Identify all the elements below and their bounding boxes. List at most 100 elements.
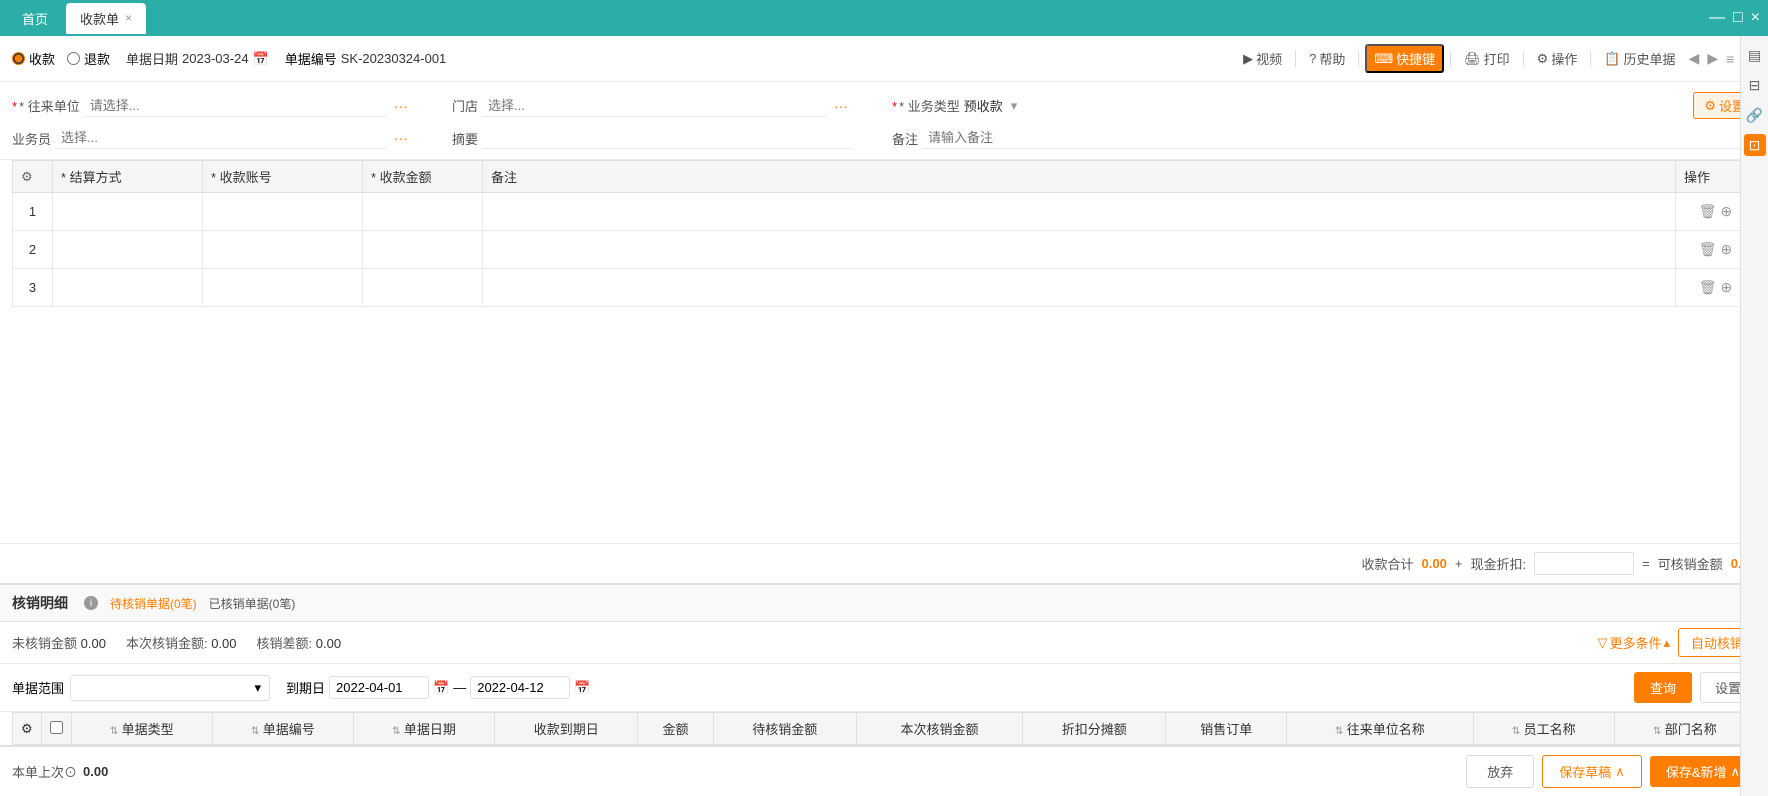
action-icons-2: 🗑 ⊕: [1684, 241, 1747, 258]
calendar-from-icon[interactable]: 📅: [433, 680, 449, 696]
maximize-btn[interactable]: □: [1733, 9, 1743, 27]
summary-field: 摘要: [452, 127, 852, 149]
copy-icon-3[interactable]: ⊕: [1721, 279, 1733, 296]
gear-icon-bottom[interactable]: ⚙: [21, 721, 33, 736]
minimize-btn[interactable]: —: [1709, 9, 1725, 27]
select-all-checkbox[interactable]: [50, 721, 63, 734]
summary-input[interactable]: [482, 127, 852, 149]
row-settle-1[interactable]: [53, 193, 203, 231]
toolbar-right: ▶ 视频 ? 帮助 ⌨ 快捷键 🖨 打印 ⚙ 操作: [1236, 44, 1756, 73]
row-remark-2[interactable]: [483, 231, 1676, 269]
row-amount-3[interactable]: [363, 269, 483, 307]
store-more-btn[interactable]: ···: [830, 98, 852, 114]
date-to-input[interactable]: [470, 676, 570, 699]
row-settle-3[interactable]: [53, 269, 203, 307]
remark-label: 备注: [892, 129, 918, 148]
delete-icon-3[interactable]: 🗑: [1699, 279, 1717, 296]
calendar-to-icon[interactable]: 📅: [574, 680, 590, 696]
more-conditions-btn[interactable]: ▽ 更多条件: [1597, 633, 1670, 652]
tab-home[interactable]: 首页: [8, 3, 62, 34]
remark-input[interactable]: [922, 127, 1756, 149]
action-icon: ⚙: [1537, 51, 1549, 67]
refund-radio[interactable]: 退款: [67, 49, 110, 68]
row-remark-3[interactable]: [483, 269, 1676, 307]
th-counterpart-name: ⇅ 往来单位名称: [1287, 713, 1474, 745]
scope-select[interactable]: ▾: [70, 675, 270, 701]
done-tab[interactable]: 已核销单据(0笔): [209, 595, 296, 612]
th-gear-bottom[interactable]: ⚙: [13, 713, 42, 745]
action-button[interactable]: ⚙ 操作: [1530, 46, 1585, 71]
total-equals: =: [1642, 556, 1650, 571]
video-button[interactable]: ▶ 视频: [1236, 46, 1289, 71]
print-button[interactable]: 🖨 打印: [1457, 46, 1517, 71]
table-row: 3 🗑 ⊕: [13, 269, 1756, 307]
delete-icon-2[interactable]: 🗑: [1699, 241, 1717, 258]
row-remark-1[interactable]: [483, 193, 1676, 231]
staff-field: 业务员 ···: [12, 127, 412, 149]
delete-icon-1[interactable]: 🗑: [1699, 203, 1717, 220]
staff-input[interactable]: [55, 127, 386, 149]
th-gear[interactable]: ⚙: [13, 161, 53, 193]
calendar-icon[interactable]: 📅: [253, 51, 269, 67]
docnum-value[interactable]: SK-20230324-001: [341, 51, 447, 66]
save-draft-button[interactable]: 保存草稿 ∧: [1542, 755, 1642, 788]
copy-icon-1[interactable]: ⊕: [1721, 203, 1733, 220]
receipt-radio-input[interactable]: [12, 52, 25, 65]
sidebar-icon-4-active[interactable]: ⊡: [1744, 134, 1766, 156]
shortcut-button[interactable]: ⌨ 快捷键: [1365, 44, 1444, 73]
nav-left-btn[interactable]: ◀: [1687, 50, 1702, 67]
abandon-button[interactable]: 放弃: [1466, 755, 1534, 788]
counterpart-more-btn[interactable]: ···: [390, 98, 412, 114]
total-val1: 0.00: [1422, 556, 1447, 571]
th-doc-date: ⇅ 单据日期: [353, 713, 494, 745]
th-staff-name: ⇅ 员工名称: [1473, 713, 1614, 745]
sidebar-icon-3[interactable]: 🔗: [1744, 104, 1766, 126]
sidebar-icon-1[interactable]: ▤: [1744, 44, 1766, 66]
help-button[interactable]: ? 帮助: [1302, 46, 1352, 71]
row-account-1[interactable]: [203, 193, 363, 231]
verification-title: 核销明细: [12, 593, 68, 613]
th-remark: 备注: [483, 161, 1676, 193]
refund-radio-input[interactable]: [67, 52, 80, 65]
cash-discount-input[interactable]: [1534, 552, 1634, 575]
staff-more-btn[interactable]: ···: [390, 130, 412, 146]
copy-icon-2[interactable]: ⊕: [1721, 241, 1733, 258]
total-row: 收款合计 0.00 + 现金折扣: = 可核销金额 0.00: [0, 543, 1768, 583]
tab-bar: 首页 收款单 × — □ ×: [0, 0, 1768, 36]
close-btn[interactable]: ×: [1751, 9, 1760, 27]
counterpart-input[interactable]: [84, 95, 386, 117]
business-type-dropdown[interactable]: ▾: [1011, 98, 1018, 114]
footer-left: 本单上次⊙ 0.00: [12, 762, 108, 781]
divider4: [1523, 51, 1524, 67]
filter-row-right: 查询 设置: [1634, 672, 1756, 703]
total-label2: 现金折扣:: [1470, 554, 1526, 573]
save-draft-label: 保存草稿: [1559, 762, 1611, 781]
history-button[interactable]: 📋 历史单据: [1597, 46, 1682, 71]
date-value[interactable]: 2023-03-24: [182, 51, 249, 66]
row-settle-2[interactable]: [53, 231, 203, 269]
nav-right-btn[interactable]: ▶: [1705, 50, 1720, 67]
th-checkbox[interactable]: [41, 713, 71, 745]
gear-icon[interactable]: ⚙: [21, 169, 33, 184]
pending-tab[interactable]: 待核销单据(0笔): [110, 595, 197, 612]
row-account-3[interactable]: [203, 269, 363, 307]
query-button[interactable]: 查询: [1634, 672, 1692, 703]
date-dash: —: [453, 680, 466, 695]
date-from-input[interactable]: [329, 676, 429, 699]
row-idx-1: 1: [13, 193, 53, 231]
info-icon[interactable]: i: [84, 596, 98, 610]
unchecked-label: 未核销金额 0.00: [12, 633, 106, 652]
store-input[interactable]: [482, 95, 826, 117]
tab-close-icon[interactable]: ×: [125, 11, 132, 25]
row-account-2[interactable]: [203, 231, 363, 269]
layout1-btn[interactable]: ≡: [1724, 51, 1736, 67]
history-icon: 📋: [1604, 51, 1620, 67]
row-amount-2[interactable]: [363, 231, 483, 269]
sidebar-icon-2[interactable]: ⊟: [1744, 74, 1766, 96]
video-label: 视频: [1256, 49, 1282, 68]
shortcut-icon: ⌨: [1374, 51, 1393, 67]
draft-arrow-icon: ∧: [1615, 764, 1625, 780]
tab-active[interactable]: 收款单 ×: [66, 3, 146, 34]
receipt-radio[interactable]: 收款: [12, 49, 55, 68]
row-amount-1[interactable]: [363, 193, 483, 231]
